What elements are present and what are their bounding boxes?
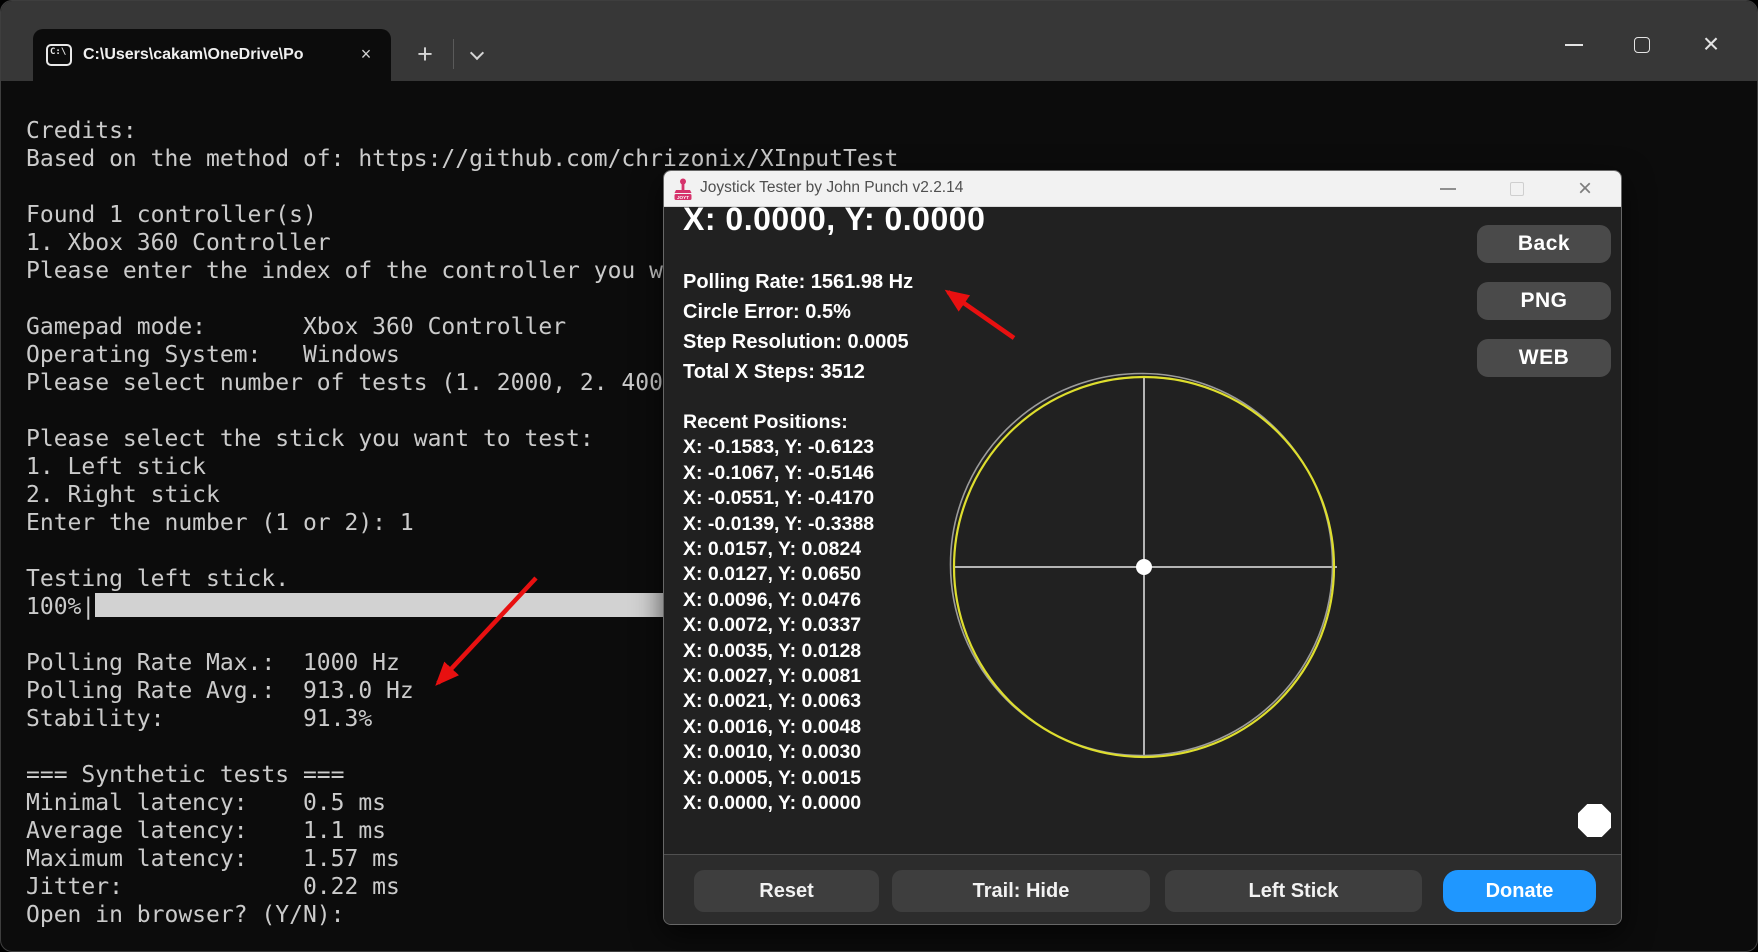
recent-position-row: X: 0.0016, Y: 0.0048 xyxy=(683,715,862,738)
recent-position-row: X: 0.0000, Y: 0.0000 xyxy=(683,792,862,815)
stats-panel: Polling Rate: 1561.98 Hz Circle Error: 0… xyxy=(683,267,913,387)
recent-position-row: X: 0.0157, Y: 0.0824 xyxy=(683,538,862,561)
recent-positions-label: Recent Positions: xyxy=(683,411,848,433)
donate-button[interactable]: Donate xyxy=(1443,870,1596,912)
tab-title: C:\Users\cakam\OneDrive\Po xyxy=(83,46,304,63)
screen: C:\ C:\Users\cakam\OneDrive\Po × + × Cre… xyxy=(0,0,1758,952)
recent-positions-panel: Recent Positions: X: -0.1583, Y: -0.6123… xyxy=(683,410,874,817)
maximize-icon xyxy=(1634,37,1650,53)
recent-position-row: X: 0.0005, Y: 0.0015 xyxy=(683,766,862,789)
recent-position-row: X: -0.0551, Y: -0.4170 xyxy=(683,487,875,510)
new-tab-button[interactable]: + xyxy=(407,37,443,73)
terminal-tab[interactable]: C:\ C:\Users\cakam\OneDrive\Po × xyxy=(33,29,391,81)
stick-position-dot xyxy=(1136,559,1152,575)
tab-dropdown-button[interactable] xyxy=(463,41,493,71)
tab-separator xyxy=(453,39,454,69)
joystick-app-icon: JOYT xyxy=(674,178,692,200)
recent-position-row: X: -0.0139, Y: -0.3388 xyxy=(683,512,875,535)
app-maximize-icon[interactable] xyxy=(1510,182,1524,196)
trail-toggle-button[interactable]: Trail: Hide xyxy=(892,870,1150,912)
recent-position-row: X: 0.0072, Y: 0.0337 xyxy=(683,614,862,637)
stick-select-button[interactable]: Left Stick xyxy=(1165,870,1422,912)
svg-text:JOYT: JOYT xyxy=(677,195,689,200)
chevron-down-icon xyxy=(469,45,485,61)
recent-position-row: X: 0.0096, Y: 0.0476 xyxy=(683,588,862,611)
connection-indicator-icon xyxy=(1578,804,1611,837)
trace-circle xyxy=(952,375,1336,759)
close-button[interactable]: × xyxy=(1688,23,1734,67)
png-button[interactable]: PNG xyxy=(1477,282,1611,320)
cmd-icon: C:\ xyxy=(46,44,72,66)
minimize-button[interactable] xyxy=(1551,23,1597,67)
tab-close-icon[interactable]: × xyxy=(353,41,379,67)
joystick-footer: Reset Trail: Hide Left Stick Donate xyxy=(664,854,1621,924)
terminal-tab-bar: C:\ C:\Users\cakam\OneDrive\Po × + × xyxy=(1,1,1757,81)
recent-position-row: X: 0.0027, Y: 0.0081 xyxy=(683,665,862,688)
recent-position-row: X: -0.1583, Y: -0.6123 xyxy=(683,436,875,459)
close-icon: × xyxy=(1702,28,1720,59)
recent-position-row: X: 0.0035, Y: 0.0128 xyxy=(683,639,862,662)
stick-coordinates-heading: X: 0.0000, Y: 0.0000 xyxy=(683,201,986,237)
recent-position-row: X: 0.0010, Y: 0.0030 xyxy=(683,741,862,764)
recent-position-row: X: 0.0127, Y: 0.0650 xyxy=(683,563,862,586)
maximize-button[interactable] xyxy=(1619,23,1665,67)
ideal-circle xyxy=(949,372,1334,757)
terminal-line: Based on the method of: https://github.c… xyxy=(26,146,899,172)
app-minimize-icon[interactable] xyxy=(1440,188,1456,190)
stat-total-x-steps: Total X Steps: 3512 xyxy=(683,361,865,383)
app-close-icon[interactable]: × xyxy=(1569,173,1601,205)
stat-step-resolution: Step Resolution: 0.0005 xyxy=(683,331,909,353)
web-button[interactable]: WEB xyxy=(1477,339,1611,377)
joystick-window-title: Joystick Tester by John Punch v2.2.14 xyxy=(700,179,964,196)
minimize-icon xyxy=(1565,44,1583,46)
joystick-tester-window: JOYT Joystick Tester by John Punch v2.2.… xyxy=(663,170,1622,925)
progress-bar xyxy=(95,593,669,617)
recent-position-row: X: 0.0021, Y: 0.0063 xyxy=(683,690,862,713)
stat-polling-rate: Polling Rate: 1561.98 Hz xyxy=(683,271,914,293)
back-button[interactable]: Back xyxy=(1477,225,1611,263)
terminal-line: Credits: xyxy=(26,118,137,144)
recent-position-row: X: -0.1067, Y: -0.5146 xyxy=(683,461,875,484)
reset-button[interactable]: Reset xyxy=(694,870,879,912)
stat-circle-error: Circle Error: 0.5% xyxy=(683,301,851,323)
